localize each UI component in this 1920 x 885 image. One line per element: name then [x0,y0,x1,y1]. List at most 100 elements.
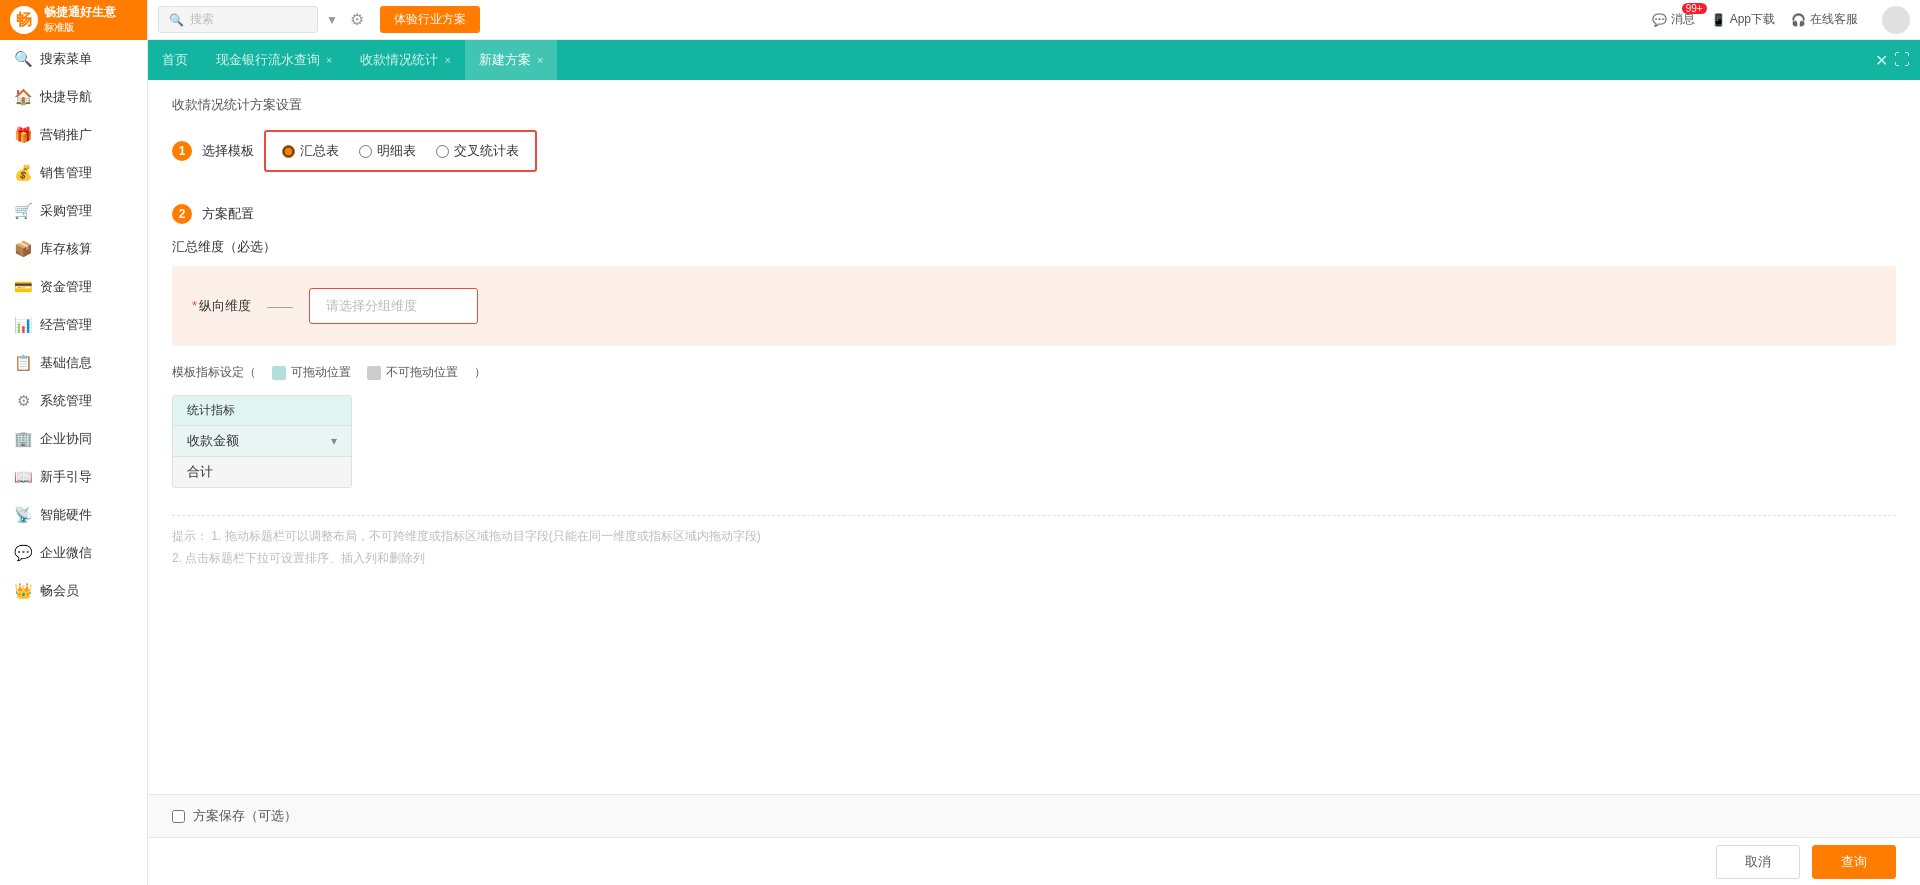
summary-dimension-title: 汇总维度（必选） [172,238,1896,256]
sidebar-item-label: 新手引导 [40,468,92,486]
inventory-icon: 📦 [14,240,32,258]
radio-cross[interactable]: 交叉统计表 [436,142,519,160]
message-item[interactable]: 💬 消息 99+ [1652,11,1695,28]
sidebar-item-label: 畅会员 [40,582,79,600]
radio-detail-label: 明细表 [377,142,416,160]
dimension-picker[interactable]: 请选择分组维度 [309,288,478,324]
wechat-icon: 💬 [14,544,32,562]
user-avatar[interactable] [1882,6,1910,34]
row-label-total: 合计 [187,463,213,481]
service-label: 在线客服 [1810,11,1858,28]
sidebar-item-purchase[interactable]: 🛒 采购管理 [0,192,147,230]
service-item[interactable]: 🎧 在线客服 [1791,11,1858,28]
dropdown-icon: ▼ [326,13,338,27]
save-checkbox[interactable] [172,810,185,823]
save-section: 方案保存（可选） [148,794,1920,837]
sidebar: 畅 畅捷通好生意 标准版 🔍 搜索菜单 🏠 快捷导航 🎁 营销推广 💰 销售管理… [0,0,148,885]
radio-summary[interactable]: 汇总表 [282,142,339,160]
sidebar-item-finance[interactable]: 💳 资金管理 [0,268,147,306]
page-content: 收款情况统计方案设置 1 选择模板 汇总表 明细表 [148,80,1920,885]
app-icon: 📱 [1711,13,1726,27]
app-download-item[interactable]: 📱 App下载 [1711,11,1775,28]
config-section: 汇总维度（必选） *纵向维度 —— 请选择分组维度 [172,238,1896,579]
indicators-legend: 模板指标设定（ 可拖动位置 不可拖动位置 ） [172,364,1896,381]
indicators-table: 统计指标 收款金额 ▾ 合计 [172,395,352,488]
save-label: 方案保存（可选） [193,807,297,825]
purchase-icon: 🛒 [14,202,32,220]
sidebar-item-operations[interactable]: 📊 经营管理 [0,306,147,344]
summary-dimension-section: 汇总维度（必选） *纵向维度 —— 请选择分组维度 [172,238,1896,346]
tab-receipt-stat[interactable]: 收款情况统计 × [346,40,464,80]
tip-item-2: 2. 点击标题栏下拉可设置排序、插入列和删除列 [172,551,425,565]
sidebar-nav: 🔍 搜索菜单 🏠 快捷导航 🎁 营销推广 💰 销售管理 🛒 采购管理 📦 库存核… [0,40,147,885]
tip-line-2: 2. 点击标题栏下拉可设置排序、插入列和删除列 [172,548,1896,570]
step1-label: 选择模板 [202,142,254,160]
dimension-area: *纵向维度 —— 请选择分组维度 [172,266,1896,346]
sidebar-item-system[interactable]: ⚙ 系统管理 [0,382,147,420]
radio-cross-input[interactable] [436,145,449,158]
sidebar-item-member[interactable]: 👑 畅会员 [0,572,147,610]
sidebar-item-sales[interactable]: 💰 销售管理 [0,154,147,192]
close-icon[interactable]: × [537,54,543,66]
message-badge: 99+ [1682,3,1707,14]
smart-hw-icon: 📡 [14,506,32,524]
footer-bar: 取消 查询 [148,837,1920,885]
home-icon: 🏠 [14,88,32,106]
dimension-row: *纵向维度 —— 请选择分组维度 [192,288,478,324]
tab-home[interactable]: 首页 [148,40,202,80]
legend-fixed: 不可拖动位置 [367,364,458,381]
search-placeholder: 搜索 [190,11,214,28]
logo-text: 畅捷通好生意 [44,5,116,21]
required-star: * [192,298,197,313]
sidebar-item-label: 快捷导航 [40,88,92,106]
guide-icon: 📖 [14,468,32,486]
radio-summary-input[interactable] [282,145,295,158]
member-icon: 👑 [14,582,32,600]
fixed-label: 不可拖动位置 [386,364,458,381]
sidebar-item-label: 资金管理 [40,278,92,296]
radio-detail[interactable]: 明细表 [359,142,416,160]
cancel-button[interactable]: 取消 [1716,845,1800,879]
query-button[interactable]: 查询 [1812,845,1896,879]
close-icon[interactable]: × [444,54,450,66]
dropdown-icon[interactable]: ▾ [331,434,337,448]
sidebar-item-quick-nav[interactable]: 🏠 快捷导航 [0,78,147,116]
sidebar-item-inventory[interactable]: 📦 库存核算 [0,230,147,268]
sidebar-item-enterprise[interactable]: 🏢 企业协同 [0,420,147,458]
sidebar-item-guide[interactable]: 📖 新手引导 [0,458,147,496]
tab-receipt-label: 收款情况统计 [360,51,438,69]
row-label-receipt: 收款金额 [187,432,239,450]
draggable-box [272,366,286,380]
sidebar-item-label: 基础信息 [40,354,92,372]
logo-icon: 畅 [10,6,38,34]
tab-new-plan-label: 新建方案 [479,51,531,69]
radio-detail-input[interactable] [359,145,372,158]
sidebar-item-basic-info[interactable]: 📋 基础信息 [0,344,147,382]
gift-icon: 🎁 [14,126,32,144]
vertical-label: *纵向维度 [192,297,251,315]
enterprise-icon: 🏢 [14,430,32,448]
gear-icon[interactable]: ⚙ [346,6,368,33]
tab-new-plan[interactable]: 新建方案 × [465,40,557,80]
tab-cashflow-label: 现金银行流水查询 [216,51,320,69]
sidebar-item-smart-hw[interactable]: 📡 智能硬件 [0,496,147,534]
sidebar-item-label: 企业微信 [40,544,92,562]
sidebar-logo: 畅 畅捷通好生意 标准版 [0,0,147,40]
tip-title: 提示： [172,529,208,543]
sidebar-item-search[interactable]: 🔍 搜索菜单 [0,40,147,78]
search-bar[interactable]: 🔍 搜索 [158,6,318,33]
sidebar-item-marketing[interactable]: 🎁 营销推广 [0,116,147,154]
close-window-icon[interactable]: ✕ [1875,51,1888,70]
indicators-table-header: 统计指标 [173,396,351,426]
page-title: 收款情况统计方案设置 [172,96,1896,114]
main-area: 🔍 搜索 ▼ ⚙ 体验行业方案 💬 消息 99+ 📱 App下载 🎧 在线客服 [148,0,1920,885]
step1-header: 1 选择模板 汇总表 明细表 交叉统计表 [172,130,1896,172]
tip-item-1: 1. 拖动标题栏可以调整布局，不可跨维度或指标区域拖动目字段(只能在同一维度或指… [211,529,760,543]
sidebar-item-label: 智能硬件 [40,506,92,524]
maximize-icon[interactable]: ⛶ [1894,51,1910,69]
industry-btn[interactable]: 体验行业方案 [380,6,480,33]
sidebar-item-wechat[interactable]: 💬 企业微信 [0,534,147,572]
tab-cashflow[interactable]: 现金银行流水查询 × [202,40,346,80]
close-icon[interactable]: × [326,54,332,66]
sidebar-item-label: 营销推广 [40,126,92,144]
